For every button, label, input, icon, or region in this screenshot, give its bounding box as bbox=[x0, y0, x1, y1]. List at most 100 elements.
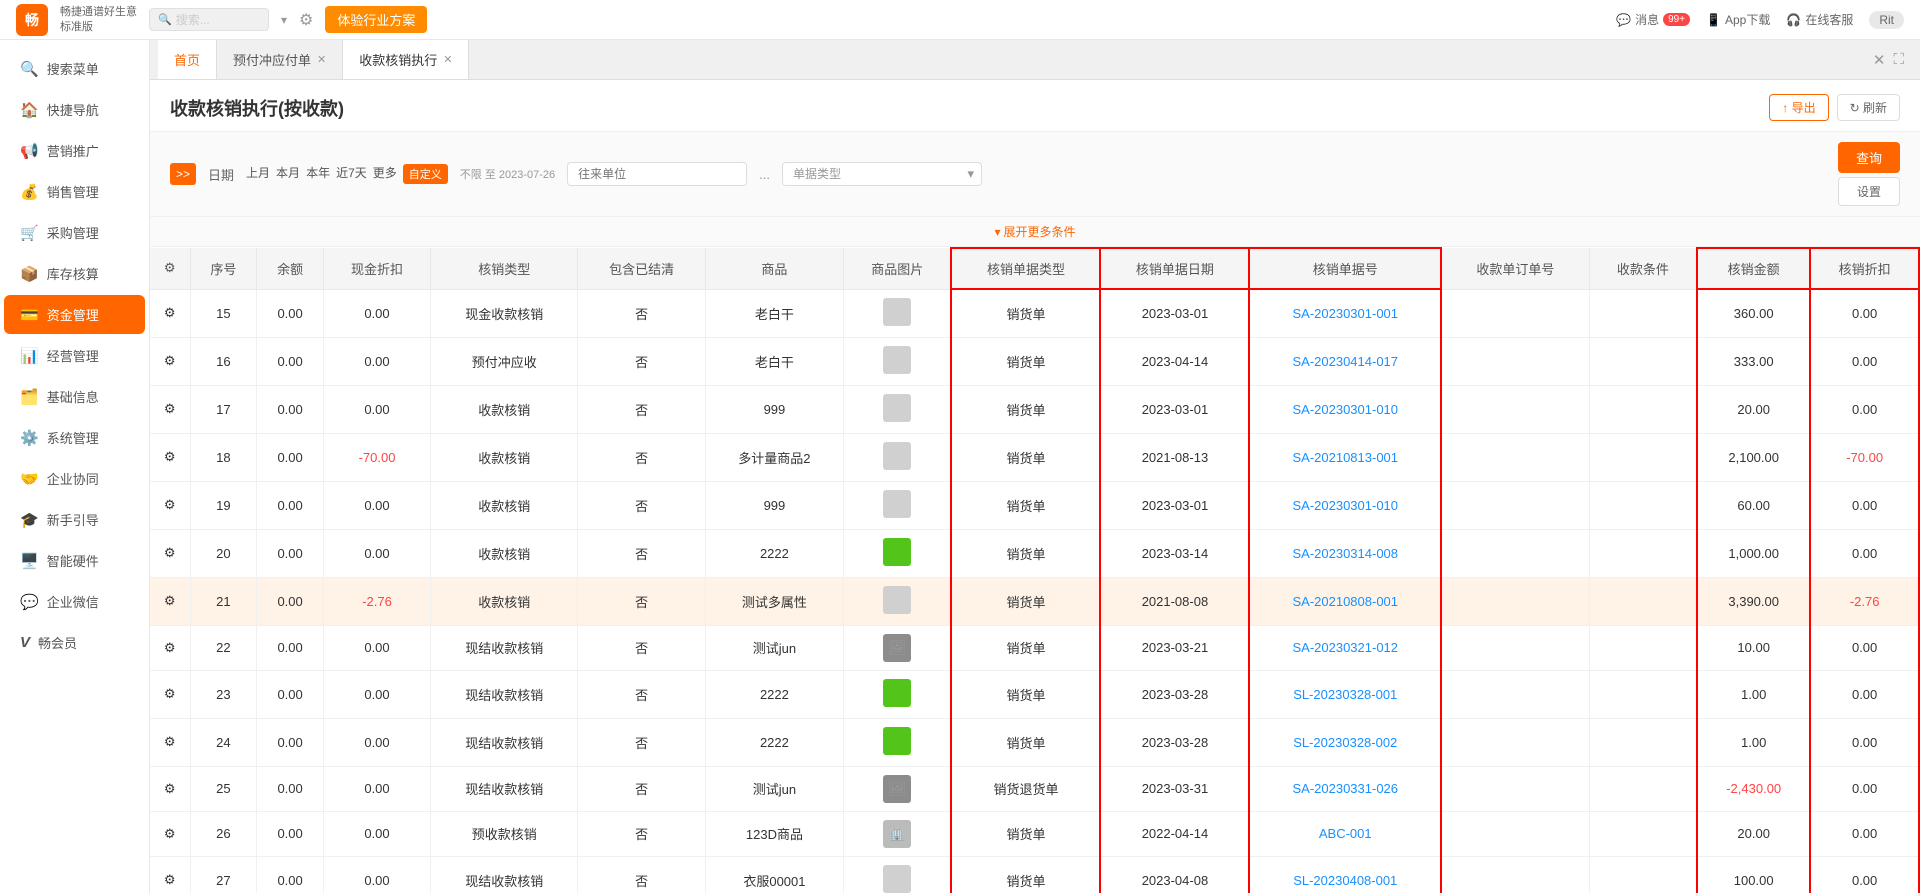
custom-date-btn[interactable]: 自定义 bbox=[403, 164, 448, 184]
cell-verify-bill-date: 2021-08-13 bbox=[1100, 433, 1249, 481]
gear-icon[interactable]: ⚙ bbox=[299, 10, 313, 30]
cell-settings[interactable]: ⚙ bbox=[150, 433, 190, 481]
cell-cash-discount: 0.00 bbox=[323, 811, 430, 856]
cell-verify-bill-no[interactable]: SA-20230314-008 bbox=[1249, 529, 1441, 577]
sidebar-item-wechat[interactable]: 💬 企业微信 bbox=[4, 582, 145, 621]
dropdown-arrow[interactable]: ▾ bbox=[281, 13, 287, 27]
cell-seq: 18 bbox=[190, 433, 257, 481]
sidebar-item-basic[interactable]: 🗂️ 基础信息 bbox=[4, 377, 145, 416]
refresh-button[interactable]: ↻ 刷新 bbox=[1837, 94, 1900, 121]
app-download[interactable]: 📱 App下载 bbox=[1706, 11, 1770, 28]
cell-verify-discount: 0.00 bbox=[1810, 529, 1919, 577]
cell-collection-condition bbox=[1589, 385, 1697, 433]
app-name: 畅捷通谱好生意标准版 bbox=[60, 5, 137, 34]
query-button[interactable]: 查询 bbox=[1838, 142, 1900, 173]
sidebar-item-search[interactable]: 🔍 搜索菜单 bbox=[4, 49, 145, 88]
cell-seq: 16 bbox=[190, 337, 257, 385]
cell-verify-bill-no[interactable]: SA-20230301-010 bbox=[1249, 481, 1441, 529]
sidebar-item-finance[interactable]: 💳 资金管理 bbox=[4, 295, 145, 334]
filter-settings-button[interactable]: 设置 bbox=[1838, 177, 1900, 206]
cell-verify-bill-no[interactable]: SA-20230414-017 bbox=[1249, 337, 1441, 385]
export-button[interactable]: ↑ 导出 bbox=[1769, 94, 1828, 121]
cell-settings[interactable]: ⚙ bbox=[150, 718, 190, 766]
cell-balance: 0.00 bbox=[257, 289, 324, 337]
sidebar-item-sales[interactable]: 💰 销售管理 bbox=[4, 172, 145, 211]
cell-seq: 23 bbox=[190, 670, 257, 718]
cell-verify-bill-date: 2023-03-28 bbox=[1100, 670, 1249, 718]
sidebar-item-inventory[interactable]: 📦 库存核算 bbox=[4, 254, 145, 293]
cell-verify-bill-no[interactable]: SA-20230301-001 bbox=[1249, 289, 1441, 337]
cell-balance: 0.00 bbox=[257, 670, 324, 718]
cell-settings[interactable]: ⚙ bbox=[150, 289, 190, 337]
date-link-this-year[interactable]: 本年 bbox=[306, 164, 330, 184]
cell-settings[interactable]: ⚙ bbox=[150, 625, 190, 670]
main-table: ⚙ 序号 余额 现金折扣 核销类型 包含已结清 商品 商品图片 核销单据类型 核… bbox=[150, 247, 1920, 893]
user-name[interactable]: Rit bbox=[1869, 11, 1904, 29]
system-icon: ⚙️ bbox=[20, 429, 39, 447]
cell-verify-type: 现金收款核销 bbox=[431, 289, 578, 337]
cell-settings[interactable]: ⚙ bbox=[150, 766, 190, 811]
sidebar-item-operation[interactable]: 📊 经营管理 bbox=[4, 336, 145, 375]
cell-settings[interactable]: ⚙ bbox=[150, 577, 190, 625]
cell-verify-bill-no[interactable]: SA-20210813-001 bbox=[1249, 433, 1441, 481]
cell-verify-bill-no[interactable]: SL-20230408-001 bbox=[1249, 856, 1441, 893]
sidebar-item-hardware[interactable]: 🖥️ 智能硬件 bbox=[4, 541, 145, 580]
cell-verify-bill-no[interactable]: SA-20210808-001 bbox=[1249, 577, 1441, 625]
date-link-more[interactable]: 更多 bbox=[373, 164, 397, 184]
cell-collection-condition bbox=[1589, 856, 1697, 893]
filter-expand-btn[interactable]: >> bbox=[170, 163, 196, 185]
sidebar-item-quicknav[interactable]: 🏠 快捷导航 bbox=[4, 90, 145, 129]
date-link-prev-month[interactable]: 上月 bbox=[246, 164, 270, 184]
cell-verify-bill-no[interactable]: SL-20230328-001 bbox=[1249, 670, 1441, 718]
cell-verify-amount: 1.00 bbox=[1697, 718, 1810, 766]
message-area[interactable]: 💬 消息 99+ bbox=[1616, 11, 1690, 28]
tab-collection[interactable]: 收款核销执行 ✕ bbox=[343, 40, 469, 79]
th-settings[interactable]: ⚙ bbox=[150, 248, 190, 289]
cell-settings[interactable]: ⚙ bbox=[150, 481, 190, 529]
industry-btn[interactable]: 体验行业方案 bbox=[325, 6, 427, 33]
partner-dots[interactable]: ... bbox=[759, 167, 770, 182]
cell-settings[interactable]: ⚙ bbox=[150, 670, 190, 718]
maximize-icon[interactable]: ⛶ bbox=[1893, 51, 1904, 68]
expand-more-btn[interactable]: ▾ 展开更多条件 bbox=[994, 223, 1075, 240]
sidebar-item-member[interactable]: V 畅会员 bbox=[4, 623, 145, 662]
tab-home[interactable]: 首页 bbox=[158, 40, 217, 79]
sidebar-item-purchase[interactable]: 🛒 采购管理 bbox=[4, 213, 145, 252]
sidebar-item-enterprise[interactable]: 🤝 企业协同 bbox=[4, 459, 145, 498]
date-link-7days[interactable]: 近7天 bbox=[336, 164, 367, 184]
sidebar-item-newbie[interactable]: 🎓 新手引导 bbox=[4, 500, 145, 539]
bill-type-select[interactable]: 单据类型 bbox=[782, 162, 982, 186]
cell-included-settled: 否 bbox=[578, 718, 705, 766]
cell-verify-bill-date: 2023-03-01 bbox=[1100, 289, 1249, 337]
sidebar-label-enterprise: 企业协同 bbox=[47, 469, 99, 488]
cell-verify-bill-no[interactable]: SA-20230301-010 bbox=[1249, 385, 1441, 433]
cell-collection-order-no bbox=[1441, 625, 1589, 670]
cell-goods: 2222 bbox=[705, 670, 843, 718]
cell-verify-bill-no[interactable]: ABC-001 bbox=[1249, 811, 1441, 856]
cell-settings[interactable]: ⚙ bbox=[150, 529, 190, 577]
partner-input[interactable] bbox=[567, 162, 747, 186]
sidebar-item-marketing[interactable]: 📢 营销推广 bbox=[4, 131, 145, 170]
cell-balance: 0.00 bbox=[257, 385, 324, 433]
cell-collection-condition bbox=[1589, 481, 1697, 529]
sidebar-item-system[interactable]: ⚙️ 系统管理 bbox=[4, 418, 145, 457]
online-service[interactable]: 🎧 在线客服 bbox=[1786, 11, 1853, 28]
cell-collection-order-no bbox=[1441, 856, 1589, 893]
cell-verify-bill-no[interactable]: SA-20230321-012 bbox=[1249, 625, 1441, 670]
cell-verify-bill-type: 销货单 bbox=[951, 670, 1100, 718]
close-window-icon[interactable]: ✕ bbox=[1873, 51, 1886, 69]
search-bar[interactable]: 🔍 搜索... bbox=[149, 8, 269, 31]
cell-settings[interactable]: ⚙ bbox=[150, 385, 190, 433]
member-icon: V bbox=[20, 634, 30, 651]
cell-verify-bill-no[interactable]: SL-20230328-002 bbox=[1249, 718, 1441, 766]
cell-verify-discount: 0.00 bbox=[1810, 766, 1919, 811]
tab-prepay-close[interactable]: ✕ bbox=[317, 53, 326, 66]
date-link-this-month[interactable]: 本月 bbox=[276, 164, 300, 184]
tab-collection-close[interactable]: ✕ bbox=[443, 53, 452, 66]
tab-prepay[interactable]: 预付冲应付单 ✕ bbox=[217, 40, 343, 79]
cell-settings[interactable]: ⚙ bbox=[150, 856, 190, 893]
cell-goods: 2222 bbox=[705, 718, 843, 766]
cell-verify-bill-no[interactable]: SA-20230331-026 bbox=[1249, 766, 1441, 811]
cell-settings[interactable]: ⚙ bbox=[150, 337, 190, 385]
cell-settings[interactable]: ⚙ bbox=[150, 811, 190, 856]
